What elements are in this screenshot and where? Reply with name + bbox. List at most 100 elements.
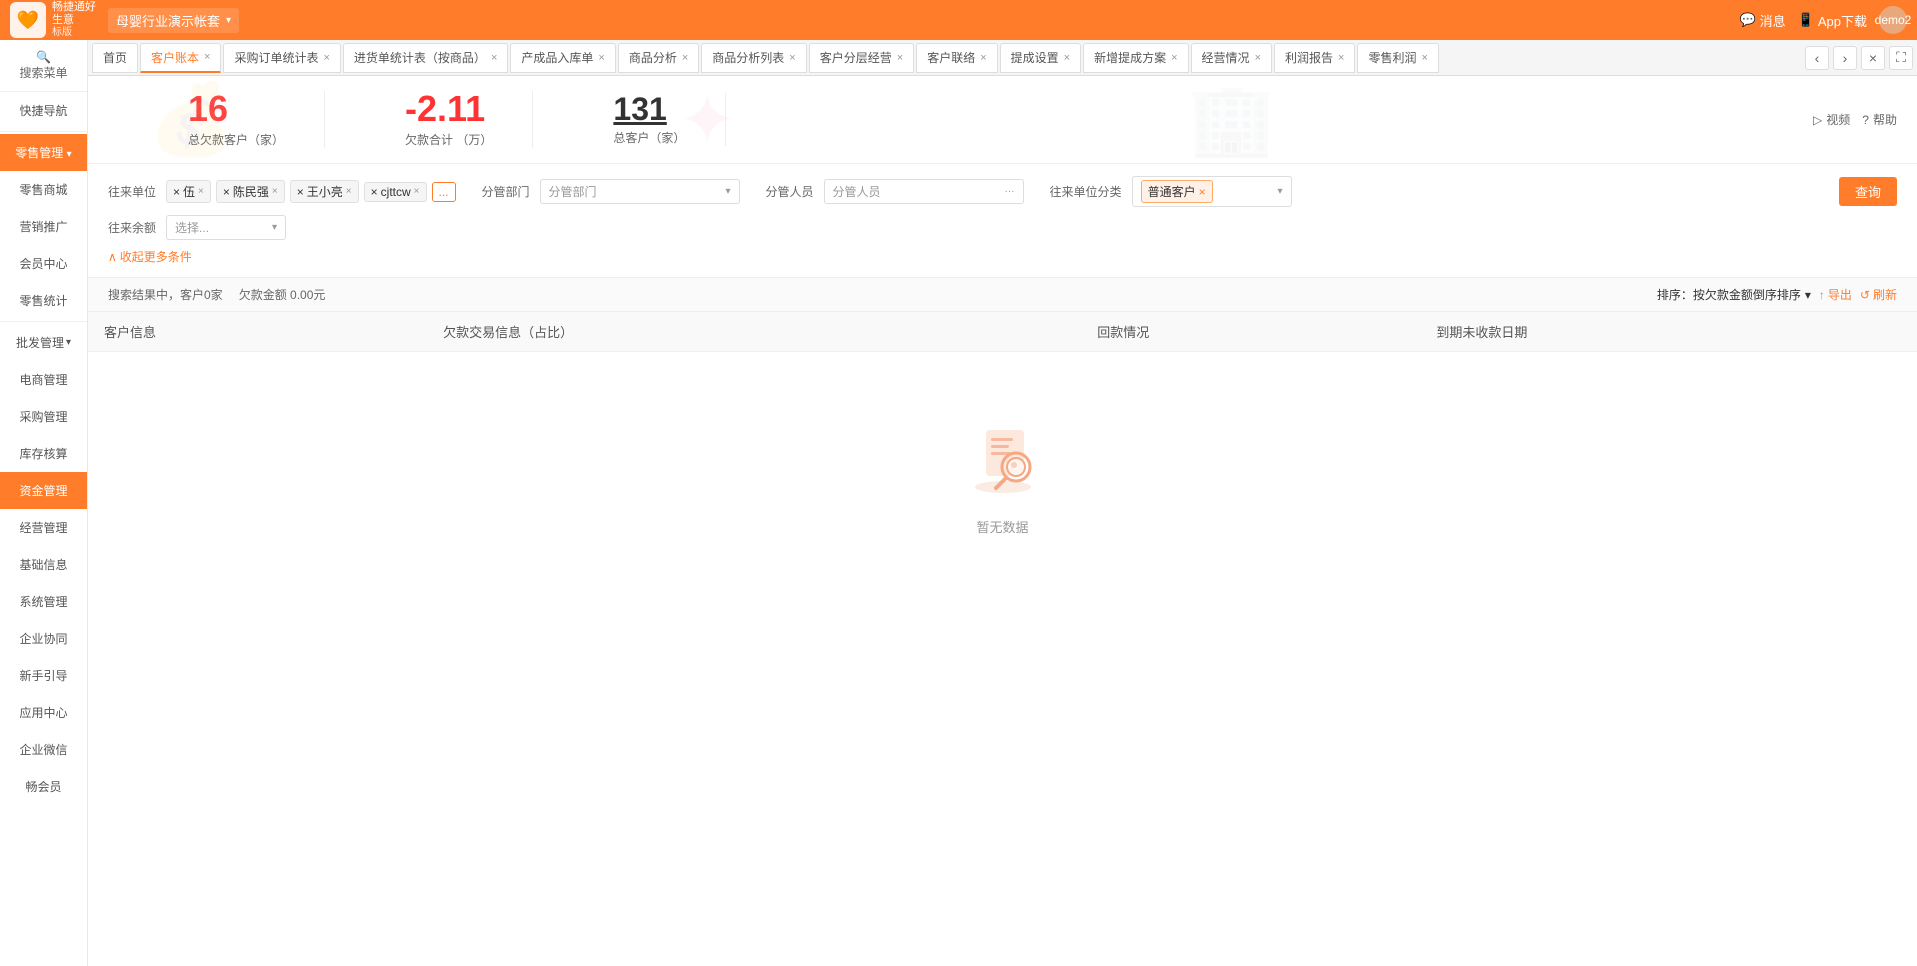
empty-icon: [958, 412, 1048, 505]
tab-close-customer-tier[interactable]: ×: [897, 52, 903, 64]
stat-bg-icon-2: ✦: [678, 79, 737, 161]
tab-cost-inbound[interactable]: 产成品入库单 ×: [510, 43, 615, 73]
filter-select-person[interactable]: 分管人员 ···: [824, 179, 1024, 204]
tab-close-inbound[interactable]: ×: [491, 52, 497, 64]
sidebar-item-wholesale[interactable]: 批发管理 ▾: [0, 324, 87, 361]
sidebar-item-operations[interactable]: 经营管理: [0, 509, 87, 546]
close-tag-wang[interactable]: ×: [346, 186, 352, 197]
collapse-area: ∧ 收起更多条件: [108, 248, 1897, 265]
sidebar-item-purchase[interactable]: 采购管理: [0, 398, 87, 435]
tab-product-analysis[interactable]: 商品分析 ×: [618, 43, 699, 73]
tab-close-product-analysis[interactable]: ×: [682, 52, 688, 64]
sidebar-item-ecommerce[interactable]: 电商管理: [0, 361, 87, 398]
filter-label-balance: 往来余额: [108, 219, 156, 236]
tab-customer-tier[interactable]: 客户分层经营 ×: [809, 43, 914, 73]
help-button[interactable]: ? 帮助: [1862, 111, 1897, 128]
close-tag-iuv[interactable]: ×: [198, 186, 204, 197]
video-help-button[interactable]: ▷ 视频: [1813, 111, 1850, 128]
filter-tag-iuv[interactable]: × 伍 ×: [166, 180, 211, 203]
tab-bar: 首页 客户账本 × 采购订单统计表 × 进货单统计表（按商品） × 产成品入库单…: [88, 40, 1917, 76]
tab-fullscreen[interactable]: ⛶: [1889, 46, 1913, 70]
filter-tags: × 伍 × × 陈民强 × × 王小亮: [166, 180, 456, 203]
tab-close-cost-inbound[interactable]: ×: [598, 52, 604, 64]
sidebar-item-corp-collab[interactable]: 企业协同: [0, 620, 87, 657]
filter-tag-wang[interactable]: × 王小亮 ×: [290, 180, 359, 203]
tab-bar-controls: ‹ › × ⛶: [1805, 46, 1913, 70]
sidebar-item-inventory[interactable]: 库存核算: [0, 435, 87, 472]
tab-close-customer-contact[interactable]: ×: [980, 52, 986, 64]
sidebar-quick-nav[interactable]: 快捷导航: [0, 92, 87, 129]
filter-select-dept[interactable]: 分管部门 ▾: [540, 179, 740, 204]
stat-value-total: 131: [613, 93, 666, 125]
export-button[interactable]: ↑ 导出: [1819, 286, 1852, 303]
close-selected-class[interactable]: ×: [1199, 185, 1206, 199]
tab-customer-contact[interactable]: 客户联络 ×: [916, 43, 997, 73]
message-icon: 💬: [1739, 12, 1755, 28]
search-button[interactable]: 查询: [1839, 177, 1897, 206]
filter-select-balance[interactable]: 选择... ▾: [166, 215, 286, 240]
tab-close-profit-report[interactable]: ×: [1338, 52, 1344, 64]
tab-close-customer-book[interactable]: ×: [204, 51, 210, 63]
sidebar-item-retail-stats[interactable]: 零售统计: [0, 282, 87, 319]
sidebar-item-corp-wechat[interactable]: 企业微信: [0, 731, 87, 768]
close-tag-cjttcw[interactable]: ×: [414, 186, 420, 197]
tab-close-all[interactable]: ×: [1861, 46, 1885, 70]
filter-row-1: 往来单位 × 伍 × × 陈民强 ×: [108, 176, 1897, 207]
tab-home[interactable]: 首页: [92, 43, 138, 73]
app-download-button[interactable]: 📱 App下载: [1798, 11, 1867, 30]
workspace-selector[interactable]: 母婴行业演示帐套 ▾: [108, 8, 239, 33]
filter-tag-cjttcw[interactable]: × cjttcw ×: [364, 182, 427, 202]
sidebar-item-basic-info[interactable]: 基础信息: [0, 546, 87, 583]
sidebar-item-app-center[interactable]: 应用中心: [0, 694, 87, 731]
tab-close-retail-profit[interactable]: ×: [1421, 52, 1427, 64]
logo-area: 🧡 畅捷通好生意 标版: [10, 1, 98, 39]
export-icon: ↑: [1819, 288, 1825, 302]
sort-select[interactable]: 排序：按欠款金额倒序排序 ▾: [1657, 286, 1811, 303]
selected-unit-class-tag[interactable]: 普通客户 ×: [1141, 180, 1213, 203]
avatar[interactable]: demo2: [1879, 6, 1907, 34]
tab-product-analysis-list[interactable]: 商品分析列表 ×: [701, 43, 806, 73]
sidebar-item-vip[interactable]: 畅会员: [0, 768, 87, 805]
tab-inbound-stats[interactable]: 进货单统计表（按商品） ×: [343, 43, 508, 73]
sidebar-divider: [0, 131, 87, 132]
refresh-button[interactable]: ↺ 刷新: [1860, 286, 1897, 303]
filter-more-tags[interactable]: ...: [432, 182, 456, 202]
play-icon: ▷: [1813, 113, 1822, 127]
sidebar-search[interactable]: 🔍 搜索菜单: [0, 40, 87, 92]
filter-tag-chen[interactable]: × 陈民强 ×: [216, 180, 285, 203]
stat-bg-icon-3: 🏢: [1188, 79, 1275, 161]
filter-select-unit-class[interactable]: 普通客户 × ▾: [1132, 176, 1292, 207]
tab-close-purchase-order[interactable]: ×: [323, 52, 329, 64]
sidebar-item-retail-mgmt[interactable]: 零售管理 ▾: [0, 134, 87, 171]
search-icon: 🔍: [36, 50, 51, 64]
collapse-filters-button[interactable]: ∧ 收起更多条件: [108, 248, 1897, 265]
sidebar-item-new-guide[interactable]: 新手引导: [0, 657, 87, 694]
tab-remind-settings[interactable]: 提成设置 ×: [1000, 43, 1081, 73]
sidebar-item-member-center[interactable]: 会员中心: [0, 245, 87, 282]
tab-close-remind-settings[interactable]: ×: [1064, 52, 1070, 64]
tab-close-operations[interactable]: ×: [1255, 52, 1261, 64]
sidebar-item-finance[interactable]: 资金管理: [0, 472, 87, 509]
tab-close-new-growth[interactable]: ×: [1171, 52, 1177, 64]
tab-new-growth[interactable]: 新增提成方案 ×: [1083, 43, 1188, 73]
tab-scroll-left[interactable]: ‹: [1805, 46, 1829, 70]
tab-close-product-list[interactable]: ×: [789, 52, 795, 64]
content-area: 首页 客户账本 × 采购订单统计表 × 进货单统计表（按商品） × 产成品入库单…: [88, 40, 1917, 966]
close-tag-chen[interactable]: ×: [272, 186, 278, 197]
tab-purchase-order-stats[interactable]: 采购订单统计表 ×: [223, 43, 340, 73]
tab-retail-profit[interactable]: 零售利润 ×: [1357, 43, 1438, 73]
workspace-dropdown-icon: ▾: [226, 15, 231, 26]
filter-label-unit-class: 往来单位分类: [1050, 183, 1122, 200]
tab-customer-book[interactable]: 客户账本 ×: [140, 43, 221, 73]
filter-row-2: 往来余额 选择... ▾: [108, 215, 1897, 240]
sidebar-item-sys-mgmt[interactable]: 系统管理: [0, 583, 87, 620]
tab-operations-status[interactable]: 经营情况 ×: [1191, 43, 1272, 73]
sidebar-item-retail-store[interactable]: 零售商城: [0, 171, 87, 208]
stats-bar: 💰 ✦ 🏢 16 总欠款客户（家） -2.11 欠款合计 （万）: [88, 76, 1917, 164]
top-actions: 💬 消息 📱 App下载 demo2: [1739, 6, 1907, 34]
sidebar-item-marketing[interactable]: 营销推广: [0, 208, 87, 245]
messages-button[interactable]: 💬 消息: [1739, 11, 1785, 30]
tab-scroll-right[interactable]: ›: [1833, 46, 1857, 70]
tab-profit-report[interactable]: 利润报告 ×: [1274, 43, 1355, 73]
filter-area: 往来单位 × 伍 × × 陈民强 ×: [88, 164, 1917, 278]
